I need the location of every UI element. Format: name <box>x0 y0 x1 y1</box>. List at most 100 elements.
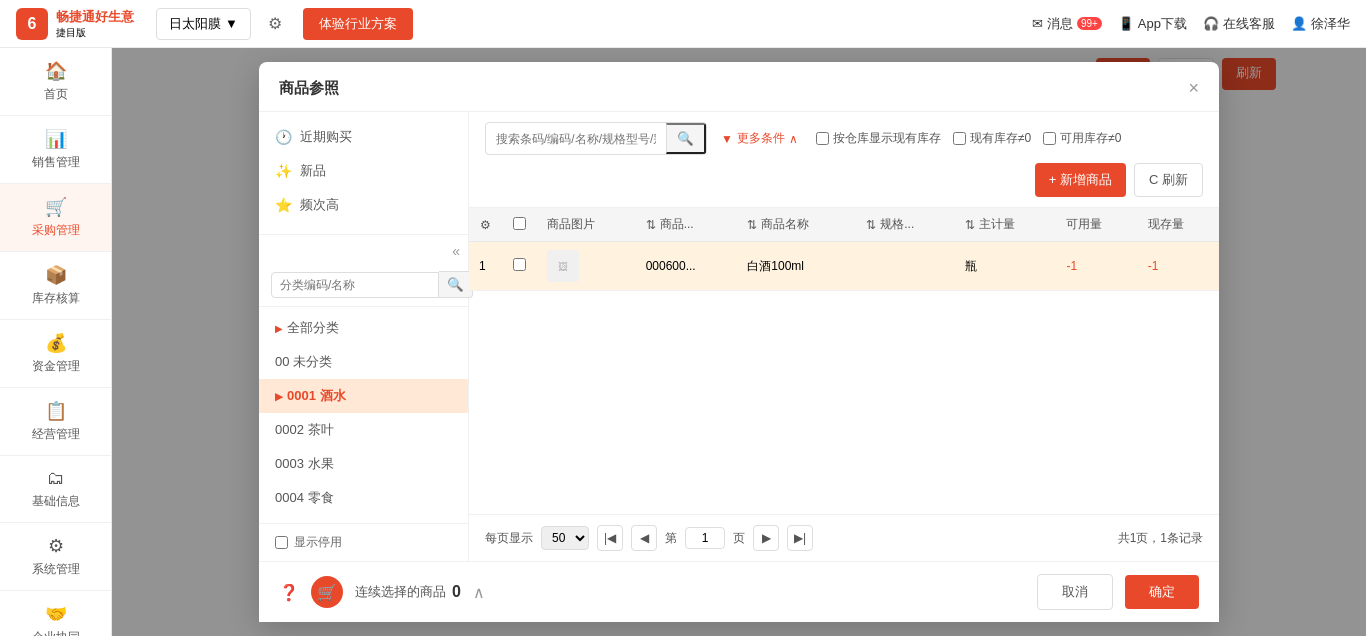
cat-item-1[interactable]: ▶ 0001 酒水 <box>259 379 468 413</box>
sort-unit-icon: ⇅ <box>965 218 975 232</box>
logo-area: 6 畅捷通好生意 捷目版 <box>16 8 136 40</box>
collapse-icon[interactable]: « <box>452 243 460 259</box>
help-icon[interactable]: ❓ <box>279 583 299 602</box>
warehouse-stock-checkbox[interactable] <box>816 132 829 145</box>
messages-btn[interactable]: ✉ 消息 99+ <box>1032 15 1102 33</box>
col-name[interactable]: ⇅ 商品名称 <box>737 208 856 242</box>
cat-item-4[interactable]: 0004 零食 <box>259 481 468 515</box>
select-all-checkbox[interactable] <box>513 217 526 230</box>
checkbox-available-stock[interactable]: 可用库存≠0 <box>1043 130 1121 147</box>
prev-page-btn[interactable]: ◀ <box>631 525 657 551</box>
sidebar-item-purchase[interactable]: 🛒 采购管理 <box>0 184 111 252</box>
operations-icon: 📋 <box>45 400 67 422</box>
sidebar-item-finance[interactable]: 💰 资金管理 <box>0 320 111 388</box>
cart-icon[interactable]: 🛒 <box>311 576 343 608</box>
confirm-btn[interactable]: 确定 <box>1125 575 1199 609</box>
cat-item-5[interactable]: 0005 饮料 <box>259 515 468 523</box>
first-page-btn[interactable]: |◀ <box>597 525 623 551</box>
cell-checkbox[interactable] <box>501 242 537 291</box>
footer-collapse-btn[interactable]: ∧ <box>473 583 485 602</box>
cat-item-all[interactable]: ▶ 全部分类 <box>259 311 468 345</box>
trial-btn[interactable]: 体验行业方案 <box>303 8 413 40</box>
tab-new[interactable]: ✨ 新品 <box>259 154 468 188</box>
new-icon: ✨ <box>275 163 292 179</box>
table-row[interactable]: 1 🖼 000600... 白酒100ml <box>469 242 1219 291</box>
sidebar-item-operations[interactable]: 📋 经营管理 <box>0 388 111 456</box>
finance-icon: 💰 <box>45 332 67 354</box>
col-img: 商品图片 <box>537 208 636 242</box>
online-service-btn[interactable]: 🎧 在线客服 <box>1203 15 1275 33</box>
tab-frequent[interactable]: ⭐ 频次高 <box>259 188 468 222</box>
app-download-btn[interactable]: 📱 App下载 <box>1118 15 1187 33</box>
col-unit[interactable]: ⇅ 主计量 <box>955 208 1057 242</box>
collapse-btn-wrap: « <box>259 239 468 263</box>
sidebar-item-home[interactable]: 🏠 首页 <box>0 48 111 116</box>
next-page-btn[interactable]: ▶ <box>753 525 779 551</box>
cell-stock: -1 <box>1138 242 1219 291</box>
available-stock-checkbox[interactable] <box>1043 132 1056 145</box>
product-search-input[interactable] <box>486 126 666 152</box>
col-code[interactable]: ⇅ 商品... <box>636 208 738 242</box>
sort-spec-icon: ⇅ <box>866 218 876 232</box>
cat-arrow-1: ▶ <box>275 391 283 402</box>
info-icon: 🗂 <box>47 468 65 489</box>
inventory-icon: 📦 <box>45 264 67 286</box>
sidebar-item-system[interactable]: ⚙ 系统管理 <box>0 523 111 591</box>
modal-header: 商品参照 × <box>259 62 1219 112</box>
category-list: ▶ 全部分类 00 未分类 ▶ 0001 酒水 0002 茶 <box>259 307 468 523</box>
col-stock: 现存量 <box>1138 208 1219 242</box>
modal-footer: ❓ 🛒 连续选择的商品 0 ∧ 取消 确定 <box>259 561 1219 622</box>
filter-icon: ▼ <box>721 132 733 146</box>
sidebar: 🏠 首页 📊 销售管理 🛒 采购管理 📦 库存核算 💰 资金管理 📋 经营管理 … <box>0 48 112 636</box>
last-page-btn[interactable]: ▶| <box>787 525 813 551</box>
chevron-down-icon: ▼ <box>225 16 238 31</box>
modal-overlay: 商品参照 × 🕐 近期购买 ✨ <box>112 48 1366 636</box>
more-filter-btn[interactable]: ▼ 更多条件 ∧ <box>715 124 804 153</box>
sidebar-item-enterprise[interactable]: 🤝 企业协同 <box>0 591 111 636</box>
user-avatar[interactable]: 👤 徐泽华 <box>1291 15 1350 33</box>
cell-seq: 1 <box>469 242 501 291</box>
cat-item-3[interactable]: 0003 水果 <box>259 447 468 481</box>
cat-item-2[interactable]: 0002 茶叶 <box>259 413 468 447</box>
col-available: 可用量 <box>1056 208 1137 242</box>
enterprise-icon: 🤝 <box>45 603 67 625</box>
star-icon: ⭐ <box>275 197 292 213</box>
product-table: ⚙ 商品图片 <box>469 208 1219 291</box>
divider <box>259 234 468 235</box>
current-stock-checkbox[interactable] <box>953 132 966 145</box>
cat-item-0[interactable]: 00 未分类 <box>259 345 468 379</box>
sidebar-item-sales[interactable]: 📊 销售管理 <box>0 116 111 184</box>
sidebar-item-inventory[interactable]: 📦 库存核算 <box>0 252 111 320</box>
cancel-btn[interactable]: 取消 <box>1037 574 1113 610</box>
tab-recent[interactable]: 🕐 近期购买 <box>259 120 468 154</box>
product-search-btn[interactable]: 🔍 <box>666 123 706 154</box>
checkbox-current-stock[interactable]: 现有库存≠0 <box>953 130 1031 147</box>
modal-body: 🕐 近期购买 ✨ 新品 ⭐ 频次高 <box>259 112 1219 561</box>
modal-close-btn[interactable]: × <box>1188 78 1199 99</box>
col-config[interactable]: ⚙ <box>469 208 501 242</box>
home-icon: 🏠 <box>45 60 67 82</box>
search-input-wrap: 🔍 <box>485 122 707 155</box>
table-action-buttons: + 新增商品 C 刷新 <box>1035 163 1203 197</box>
logo-icon: 6 <box>16 8 48 40</box>
row-checkbox[interactable] <box>513 258 526 271</box>
recent-icon: 🕐 <box>275 129 292 145</box>
selected-info: 连续选择的商品 0 <box>355 583 461 601</box>
settings-icon[interactable]: ⚙ <box>259 8 291 40</box>
page-input[interactable] <box>685 527 725 549</box>
refresh-table-btn[interactable]: C 刷新 <box>1134 163 1203 197</box>
sales-icon: 📊 <box>45 128 67 150</box>
add-product-btn[interactable]: + 新增商品 <box>1035 163 1126 197</box>
nav-right: ✉ 消息 99+ 📱 App下载 🎧 在线客服 👤 徐泽华 <box>1032 15 1350 33</box>
content-area: 查询 设置 刷新 商品参照 × 🕐 <box>112 48 1366 636</box>
category-search-btn[interactable]: 🔍 <box>439 271 473 298</box>
col-spec[interactable]: ⇅ 规格... <box>856 208 955 242</box>
nav-dropdown[interactable]: 日太阳膜 ▼ <box>156 8 251 40</box>
per-page-select[interactable]: 50 <box>541 526 589 550</box>
sidebar-item-basic-info[interactable]: 🗂 基础信息 <box>0 456 111 523</box>
show-disabled-checkbox[interactable] <box>275 536 288 549</box>
chevron-up-icon: ∧ <box>789 132 798 146</box>
category-search-input[interactable] <box>271 272 439 298</box>
checkbox-warehouse-stock[interactable]: 按仓库显示现有库存 <box>816 130 941 147</box>
col-select-all[interactable] <box>501 208 537 242</box>
